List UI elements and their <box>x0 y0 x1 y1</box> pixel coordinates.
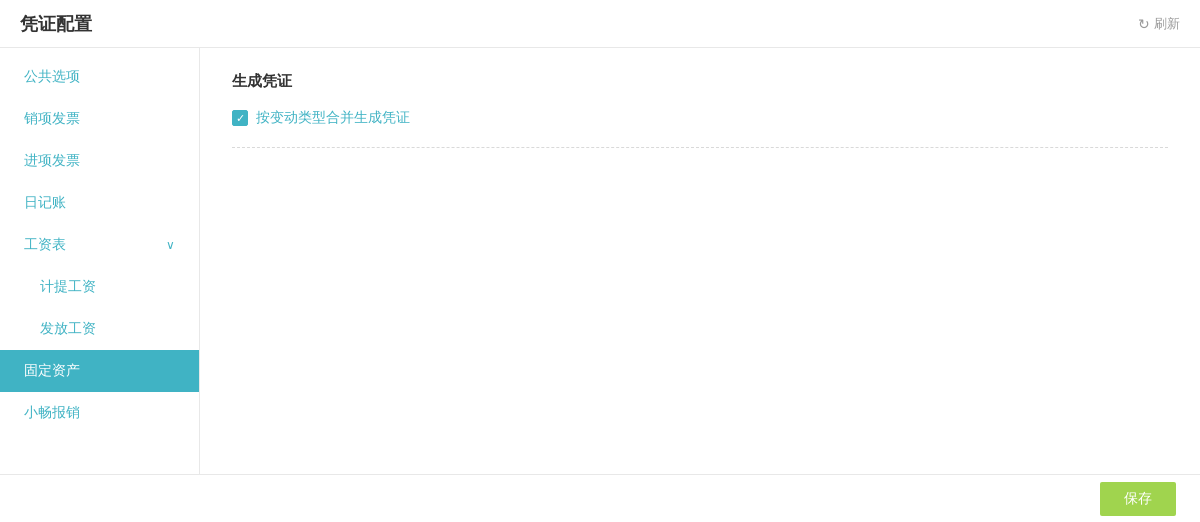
sidebar-item-commission-payroll[interactable]: 计提工资 <box>0 266 199 308</box>
checkmark-icon: ✓ <box>236 113 245 124</box>
save-button[interactable]: 保存 <box>1100 482 1176 516</box>
sidebar-item-expense-claim[interactable]: 小畅报销 <box>0 392 199 434</box>
section-title: 生成凭证 <box>232 72 1168 91</box>
sidebar-item-label: 销项发票 <box>24 110 80 128</box>
sidebar-item-payroll-table[interactable]: 工资表 ∨ <box>0 224 199 266</box>
sidebar-item-label: 进项发票 <box>24 152 80 170</box>
page-title: 凭证配置 <box>20 12 92 36</box>
sidebar-item-label: 日记账 <box>24 194 66 212</box>
sidebar-item-journal[interactable]: 日记账 <box>0 182 199 224</box>
sidebar: 公共选项销项发票进项发票日记账工资表 ∨ 计提工资发放工资固定资产小畅报销 <box>0 48 200 474</box>
refresh-button[interactable]: ↻ 刷新 <box>1138 15 1180 33</box>
section-divider <box>232 147 1168 148</box>
chevron-down-icon: ∨ <box>166 238 175 252</box>
sidebar-item-label: 发放工资 <box>40 320 96 338</box>
sidebar-item-label: 工资表 <box>24 236 66 254</box>
footer: 保存 <box>0 474 1200 522</box>
layout: 公共选项销项发票进项发票日记账工资表 ∨ 计提工资发放工资固定资产小畅报销 生成凭证… <box>0 48 1200 474</box>
checkbox-row[interactable]: ✓ 按变动类型合并生成凭证 <box>232 109 1168 127</box>
sidebar-item-label: 计提工资 <box>40 278 96 296</box>
checkbox-label[interactable]: 按变动类型合并生成凭证 <box>256 109 410 127</box>
sidebar-item-issue-payroll[interactable]: 发放工资 <box>0 308 199 350</box>
header: 凭证配置 ↻ 刷新 <box>0 0 1200 48</box>
sidebar-item-label: 小畅报销 <box>24 404 80 422</box>
sidebar-item-sales-invoice[interactable]: 销项发票 <box>0 98 199 140</box>
sidebar-item-label: 公共选项 <box>24 68 80 86</box>
sidebar-item-label: 固定资产 <box>24 362 80 380</box>
sidebar-item-purchase-invoice[interactable]: 进项发票 <box>0 140 199 182</box>
refresh-icon: ↻ <box>1138 16 1150 32</box>
merge-checkbox[interactable]: ✓ <box>232 110 248 126</box>
sidebar-item-fixed-assets[interactable]: 固定资产 <box>0 350 199 392</box>
main-content: 生成凭证 ✓ 按变动类型合并生成凭证 <box>200 48 1200 474</box>
refresh-label: 刷新 <box>1154 15 1180 33</box>
sidebar-item-public-options[interactable]: 公共选项 <box>0 56 199 98</box>
